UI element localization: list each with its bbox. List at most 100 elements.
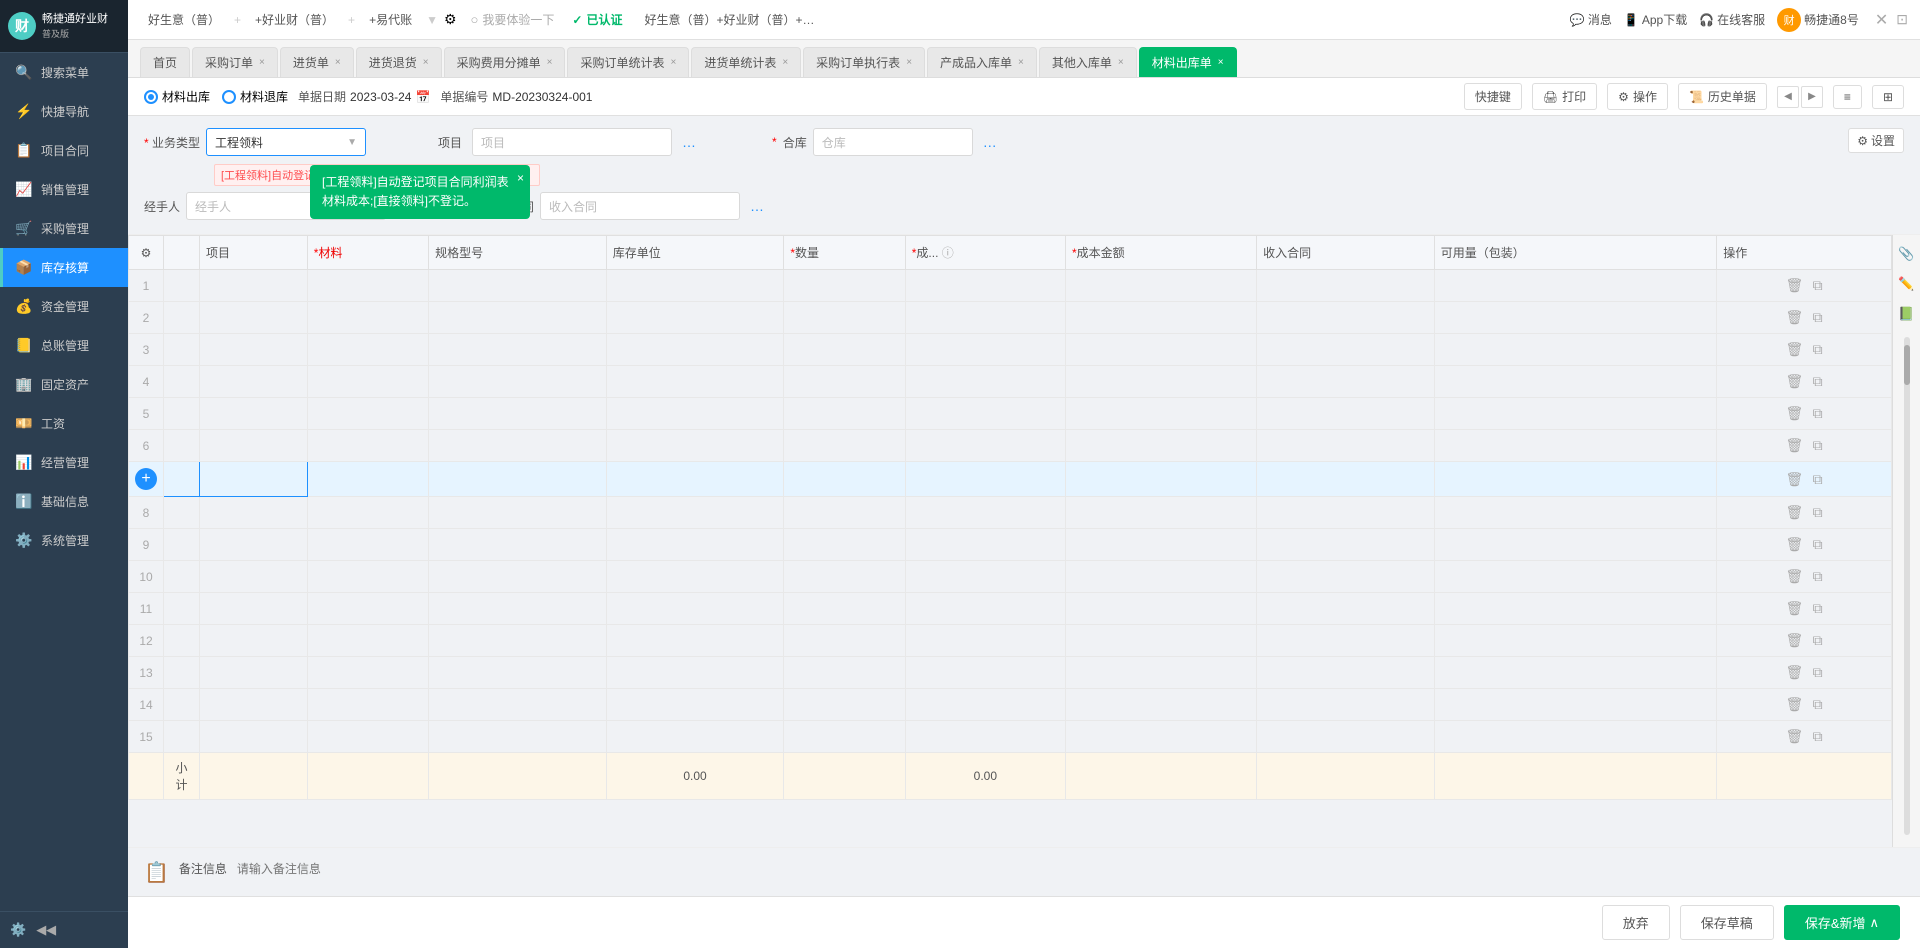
copy-row-icon[interactable]: ⧉ — [1810, 632, 1826, 648]
save-new-button[interactable]: 保存&新增 ∧ — [1784, 905, 1900, 940]
delete-row-icon[interactable]: 🗑 — [1783, 309, 1807, 325]
topbar-certified[interactable]: ✓ 已认证 — [572, 11, 622, 28]
copy-row-icon[interactable]: ⧉ — [1810, 309, 1826, 325]
sidebar-item-salary[interactable]: 💴 工资 — [0, 404, 128, 443]
topbar-trial[interactable]: ○ 我要体验一下 — [471, 11, 555, 28]
new-row-col1[interactable] — [164, 462, 200, 497]
topbar-expand-btn[interactable]: ⊡ — [1896, 11, 1908, 28]
radio-material-issue[interactable]: 材料出库 — [144, 88, 210, 105]
tab-po-stat[interactable]: 采购订单统计表× — [567, 47, 689, 77]
copy-row-icon[interactable]: ⧉ — [1810, 471, 1826, 487]
operation-btn[interactable]: ⚙ 操作 — [1607, 83, 1668, 110]
next-record-btn[interactable]: ▶ — [1801, 86, 1823, 108]
sidebar-item-search[interactable]: 🔍 搜索菜单 — [0, 53, 128, 92]
info-icon[interactable]: ⓘ — [942, 246, 954, 260]
sidebar-item-assets[interactable]: 🏢 固定资产 — [0, 365, 128, 404]
topbar-user-btn[interactable]: 财 畅捷通8号 — [1777, 8, 1859, 32]
copy-row-icon[interactable]: ⧉ — [1810, 341, 1826, 357]
topbar-app-btn[interactable]: 📱 App下载 — [1624, 11, 1687, 28]
note-input[interactable] — [237, 856, 1904, 888]
project-dots-btn[interactable]: … — [678, 134, 700, 150]
sidebar-settings-btn[interactable]: ⚙️ — [10, 922, 26, 938]
layout1-btn[interactable]: ≡ — [1833, 85, 1862, 109]
scroll-track[interactable] — [1904, 333, 1910, 839]
tab-close-material-issue[interactable]: × — [1218, 57, 1224, 68]
sidebar-collapse-btn[interactable]: ◀◀ — [36, 922, 56, 938]
edit-icon[interactable]: ✏️ — [1896, 273, 1918, 295]
tab-close-other-receipt[interactable]: × — [1118, 57, 1124, 68]
calendar-icon[interactable]: 📅 — [415, 90, 430, 104]
sidebar-item-system[interactable]: ⚙️ 系统管理 — [0, 521, 128, 560]
tab-close-po-exec[interactable]: × — [906, 57, 912, 68]
project-select[interactable]: 项目 — [472, 128, 672, 156]
copy-row-icon[interactable]: ⧉ — [1810, 664, 1826, 680]
delete-row-icon[interactable]: 🗑 — [1783, 277, 1807, 293]
tab-close-po-stat[interactable]: × — [670, 57, 676, 68]
tab-home[interactable]: 首页 — [140, 47, 190, 77]
topbar-nav-combined[interactable]: 好生意（普）+好业财（普）+… — [636, 7, 822, 32]
tab-fg-receipt[interactable]: 产成品入库单× — [927, 47, 1037, 77]
tab-close-receipt-stat[interactable]: × — [782, 57, 788, 68]
warehouse-dots-btn[interactable]: … — [979, 134, 1001, 150]
delete-row-icon[interactable]: 🗑 — [1783, 536, 1807, 552]
delete-row-icon[interactable]: 🗑 — [1783, 471, 1807, 487]
doc-date-value[interactable]: 2023-03-24 — [350, 90, 411, 104]
delete-row-icon[interactable]: 🗑 — [1783, 437, 1807, 453]
topbar-nav-good-finance[interactable]: +好业财（普） — [247, 7, 342, 32]
topbar-settings-icon[interactable]: ⚙ — [444, 11, 457, 28]
discard-button[interactable]: 放弃 — [1602, 905, 1670, 940]
tab-purchase-order[interactable]: 采购订单× — [192, 47, 278, 77]
copy-row-icon[interactable]: ⧉ — [1810, 696, 1826, 712]
tab-other-receipt[interactable]: 其他入库单× — [1039, 47, 1137, 77]
tab-return[interactable]: 进货退货× — [356, 47, 442, 77]
topbar-nav-good-biz[interactable]: 好生意（普） — [140, 7, 228, 32]
sidebar-item-project[interactable]: 📋 项目合同 — [0, 131, 128, 170]
delete-row-icon[interactable]: 🗑 — [1783, 341, 1807, 357]
income-contract-select[interactable]: 收入合同 — [540, 192, 740, 220]
biz-type-select[interactable]: 工程领料 ▼ — [206, 128, 366, 156]
delete-row-icon[interactable]: 🗑 — [1783, 568, 1807, 584]
delete-row-icon[interactable]: 🗑 — [1783, 632, 1807, 648]
copy-row-icon[interactable]: ⧉ — [1810, 405, 1826, 421]
warehouse-select[interactable]: 仓库 — [813, 128, 973, 156]
sidebar-item-ledger[interactable]: 📒 总账管理 — [0, 326, 128, 365]
copy-row-icon[interactable]: ⧉ — [1810, 504, 1826, 520]
topbar-nav-agent[interactable]: +易代账 — [361, 7, 420, 32]
th-gear[interactable]: ⚙ — [129, 236, 164, 270]
copy-row-icon[interactable]: ⧉ — [1810, 600, 1826, 616]
sidebar-item-sales[interactable]: 📈 销售管理 — [0, 170, 128, 209]
delete-row-icon[interactable]: 🗑 — [1783, 405, 1807, 421]
doc-icon[interactable]: 📗 — [1896, 303, 1918, 325]
table-wrapper[interactable]: ⚙ 项目 *材料 规格型号 库存单位 *数量 *成... ⓘ *成本金额 收入合… — [128, 235, 1892, 847]
doc-num-value[interactable]: MD-20230324-001 — [492, 90, 592, 104]
tab-receipt-stat[interactable]: 进货单统计表× — [691, 47, 801, 77]
prev-record-btn[interactable]: ◀ — [1777, 86, 1799, 108]
topbar-message-btn[interactable]: 💬 消息 — [1570, 11, 1612, 28]
copy-row-icon[interactable]: ⧉ — [1810, 437, 1826, 453]
sidebar-item-quick-nav[interactable]: ⚡ 快捷导航 — [0, 92, 128, 131]
sidebar-item-management[interactable]: 📊 经营管理 — [0, 443, 128, 482]
attachment-icon[interactable]: 📎 — [1896, 243, 1918, 265]
delete-row-icon[interactable]: 🗑 — [1783, 696, 1807, 712]
copy-row-icon[interactable]: ⧉ — [1810, 536, 1826, 552]
settings-button[interactable]: ⚙ 设置 — [1848, 128, 1904, 153]
layout2-btn[interactable]: ⊞ — [1872, 85, 1904, 109]
radio-material-return[interactable]: 材料退库 — [222, 88, 288, 105]
tab-close-receipt[interactable]: × — [335, 57, 341, 68]
copy-row-icon[interactable]: ⧉ — [1810, 277, 1826, 293]
tab-close-purchase-order[interactable]: × — [259, 57, 265, 68]
delete-row-icon[interactable]: 🗑 — [1783, 504, 1807, 520]
tab-expense[interactable]: 采购费用分摊单× — [444, 47, 566, 77]
tab-close-fg-receipt[interactable]: × — [1018, 57, 1024, 68]
new-row-col2[interactable] — [200, 462, 308, 497]
delete-row-icon[interactable]: 🗑 — [1783, 373, 1807, 389]
tooltip-close-btn[interactable]: × — [517, 169, 524, 188]
delete-row-icon[interactable]: 🗑 — [1783, 600, 1807, 616]
sidebar-item-inventory[interactable]: 📦 库存核算 — [0, 248, 128, 287]
print-btn[interactable]: 🖨 打印 — [1532, 83, 1597, 110]
tab-po-exec[interactable]: 采购订单执行表× — [803, 47, 925, 77]
sidebar-item-info[interactable]: ℹ️ 基础信息 — [0, 482, 128, 521]
tab-material-issue[interactable]: 材料出库单× — [1139, 47, 1237, 77]
sidebar-item-fund[interactable]: 💰 资金管理 — [0, 287, 128, 326]
tab-receipt[interactable]: 进货单× — [280, 47, 354, 77]
